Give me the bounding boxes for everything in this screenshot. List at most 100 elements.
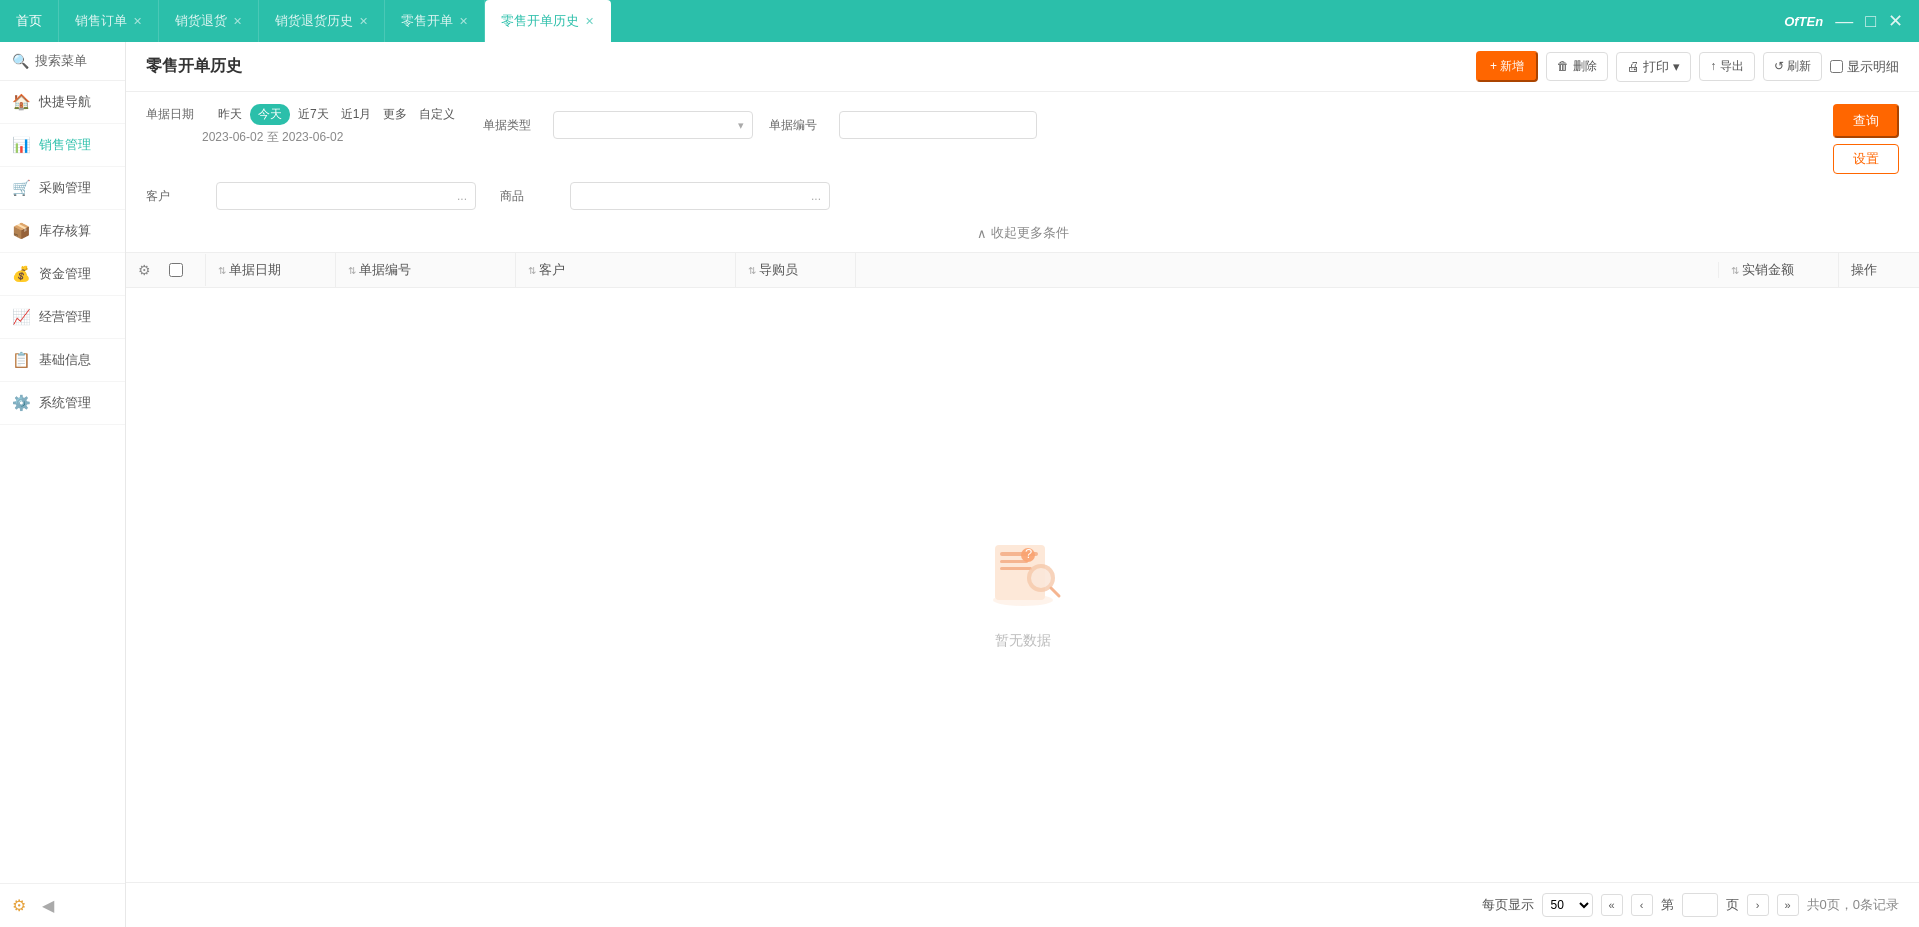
first-page-btn[interactable]: « [1601, 894, 1623, 916]
date-last-month[interactable]: 近1月 [337, 104, 376, 125]
customer-input-field[interactable] [225, 189, 457, 203]
content-area: 零售开单历史 + 新增 🗑 删除 🖨 打印 ▾ ↑ 导出 ↺ 刷新 显示明细 [126, 42, 1919, 927]
th-flex [856, 262, 1719, 278]
customer-filter-label: 客户 [146, 188, 202, 205]
query-button[interactable]: 查询 [1833, 104, 1899, 138]
goods-input-field[interactable] [579, 189, 811, 203]
th-number-label: 单据编号 [359, 261, 411, 279]
th-op-label: 操作 [1851, 261, 1877, 279]
display-detail-check[interactable]: 显示明细 [1830, 58, 1899, 76]
type-filter-label: 单据类型 [483, 117, 539, 134]
date-yesterday[interactable]: 昨天 [214, 104, 246, 125]
tab-sales-return[interactable]: 销货退货 ✕ [159, 0, 259, 42]
number-input-field[interactable] [848, 118, 1028, 132]
display-detail-checkbox[interactable] [1830, 60, 1843, 73]
empty-state: ? 暂无数据 [126, 288, 1919, 882]
per-page-select[interactable]: 50 10 20 100 [1542, 893, 1593, 917]
pagination-bar: 每页显示 50 10 20 100 « ‹ 第 1 页 › » 共0页，0条记录 [126, 882, 1919, 927]
number-input[interactable] [839, 111, 1037, 139]
th-customer-sort: ⇅ [528, 265, 536, 276]
table-select-all[interactable] [169, 263, 183, 277]
sidebar-item-operations[interactable]: 📈 经营管理 [0, 296, 125, 339]
close-btn[interactable]: ✕ [1888, 10, 1903, 32]
date-custom[interactable]: 自定义 [415, 104, 459, 125]
filter-area: 单据日期 昨天 今天 近7天 近1月 更多 自定义 2023-06-02 至 2… [126, 92, 1919, 253]
sidebar-item-finance-label: 资金管理 [39, 265, 91, 283]
sidebar-item-system[interactable]: ⚙️ 系统管理 [0, 382, 125, 425]
th-amount[interactable]: ⇅ 实销金额 [1719, 253, 1839, 287]
tab-retail-open-history-close[interactable]: ✕ [585, 15, 594, 28]
goods-input[interactable]: ... [570, 182, 830, 210]
th-date-sort: ⇅ [218, 265, 226, 276]
collapse-bar[interactable]: ∧ 收起更多条件 [146, 220, 1899, 244]
date-range-display: 2023-06-02 至 2023-06-02 [202, 129, 343, 146]
sidebar-item-quick-nav[interactable]: 🏠 快捷导航 [0, 81, 125, 124]
basic-info-icon: 📋 [12, 351, 31, 369]
th-customer[interactable]: ⇅ 客户 [516, 253, 736, 287]
inventory-icon: 📦 [12, 222, 31, 240]
table-area: ⚙ ⇅ 单据日期 ⇅ 单据编号 ⇅ 客户 ⇅ 导购员 [126, 253, 1919, 927]
th-number-sort: ⇅ [348, 265, 356, 276]
empty-illustration: ? [973, 520, 1073, 620]
sidebar-item-finance[interactable]: 💰 资金管理 [0, 253, 125, 296]
system-icon: ⚙️ [12, 394, 31, 412]
date-shortcuts: 昨天 今天 近7天 近1月 更多 自定义 [214, 104, 459, 125]
tab-retail-open[interactable]: 零售开单 ✕ [385, 0, 485, 42]
filter-row-2: 客户 ... 商品 ... [146, 182, 1899, 210]
tab-sales-order[interactable]: 销售订单 ✕ [59, 0, 159, 42]
search-icon: 🔍 [12, 53, 29, 69]
settings-button[interactable]: 设置 [1833, 144, 1899, 174]
tab-retail-open-close[interactable]: ✕ [459, 15, 468, 28]
th-number[interactable]: ⇅ 单据编号 [336, 253, 516, 287]
date-last7[interactable]: 近7天 [294, 104, 333, 125]
svg-point-6 [1031, 568, 1051, 588]
sidebar-item-purchase-mgmt[interactable]: 🛒 采购管理 [0, 167, 125, 210]
table-settings-icon[interactable]: ⚙ [138, 262, 151, 278]
type-select[interactable]: ▾ [553, 111, 753, 139]
print-button[interactable]: 🖨 打印 ▾ [1616, 52, 1692, 82]
refresh-button[interactable]: ↺ 刷新 [1763, 52, 1822, 81]
sidebar-item-inventory[interactable]: 📦 库存核算 [0, 210, 125, 253]
tab-home[interactable]: 首页 [0, 0, 59, 42]
topbar-right: OfTEn — □ ✕ [1784, 10, 1919, 32]
page-number-input[interactable]: 1 [1682, 893, 1718, 917]
sidebar-collapse-icon[interactable]: ◀ [42, 896, 54, 915]
display-detail-label: 显示明细 [1847, 58, 1899, 76]
sidebar-item-sales-mgmt[interactable]: 📊 销售管理 [0, 124, 125, 167]
last-page-btn[interactable]: » [1777, 894, 1799, 916]
tab-home-label: 首页 [16, 12, 42, 30]
delete-button[interactable]: 🗑 删除 [1546, 52, 1607, 81]
sidebar: 🔍 搜索菜单 🏠 快捷导航 📊 销售管理 🛒 采购管理 📦 库存核算 💰 资金管… [0, 42, 126, 927]
prev-page-btn[interactable]: ‹ [1631, 894, 1653, 916]
th-date[interactable]: ⇅ 单据日期 [206, 253, 336, 287]
sidebar-search[interactable]: 🔍 搜索菜单 [0, 42, 125, 81]
page-title: 零售开单历史 [146, 56, 242, 77]
sidebar-item-operations-label: 经营管理 [39, 308, 91, 326]
th-date-label: 单据日期 [229, 261, 281, 279]
print-label: 🖨 打印 [1627, 58, 1670, 76]
collapse-label: 收起更多条件 [991, 224, 1069, 242]
customer-input[interactable]: ... [216, 182, 476, 210]
per-page-label: 每页显示 [1482, 896, 1534, 914]
add-button[interactable]: + 新增 [1476, 51, 1538, 82]
tab-sales-order-close[interactable]: ✕ [133, 15, 142, 28]
type-select-input[interactable] [562, 118, 734, 132]
th-customer-label: 客户 [539, 261, 565, 279]
tab-retail-open-history[interactable]: 零售开单历史 ✕ [485, 0, 611, 42]
pagination-total: 共0页，0条记录 [1807, 896, 1899, 914]
th-guide[interactable]: ⇅ 导购员 [736, 253, 856, 287]
next-page-btn[interactable]: › [1747, 894, 1769, 916]
tab-sales-return-history[interactable]: 销货退货历史 ✕ [259, 0, 385, 42]
sidebar-settings-icon[interactable]: ⚙ [12, 896, 26, 915]
export-button[interactable]: ↑ 导出 [1699, 52, 1754, 81]
date-filter-label: 单据日期 [146, 106, 202, 123]
date-more[interactable]: 更多 [379, 104, 411, 125]
tab-sales-return-history-close[interactable]: ✕ [359, 15, 368, 28]
sidebar-item-quick-nav-label: 快捷导航 [39, 93, 91, 111]
sidebar-bottom: ⚙ ◀ [0, 883, 125, 927]
sidebar-item-basic-info[interactable]: 📋 基础信息 [0, 339, 125, 382]
date-today[interactable]: 今天 [250, 104, 290, 125]
minimize-btn[interactable]: — [1835, 11, 1853, 32]
maximize-btn[interactable]: □ [1865, 11, 1876, 32]
tab-sales-return-close[interactable]: ✕ [233, 15, 242, 28]
